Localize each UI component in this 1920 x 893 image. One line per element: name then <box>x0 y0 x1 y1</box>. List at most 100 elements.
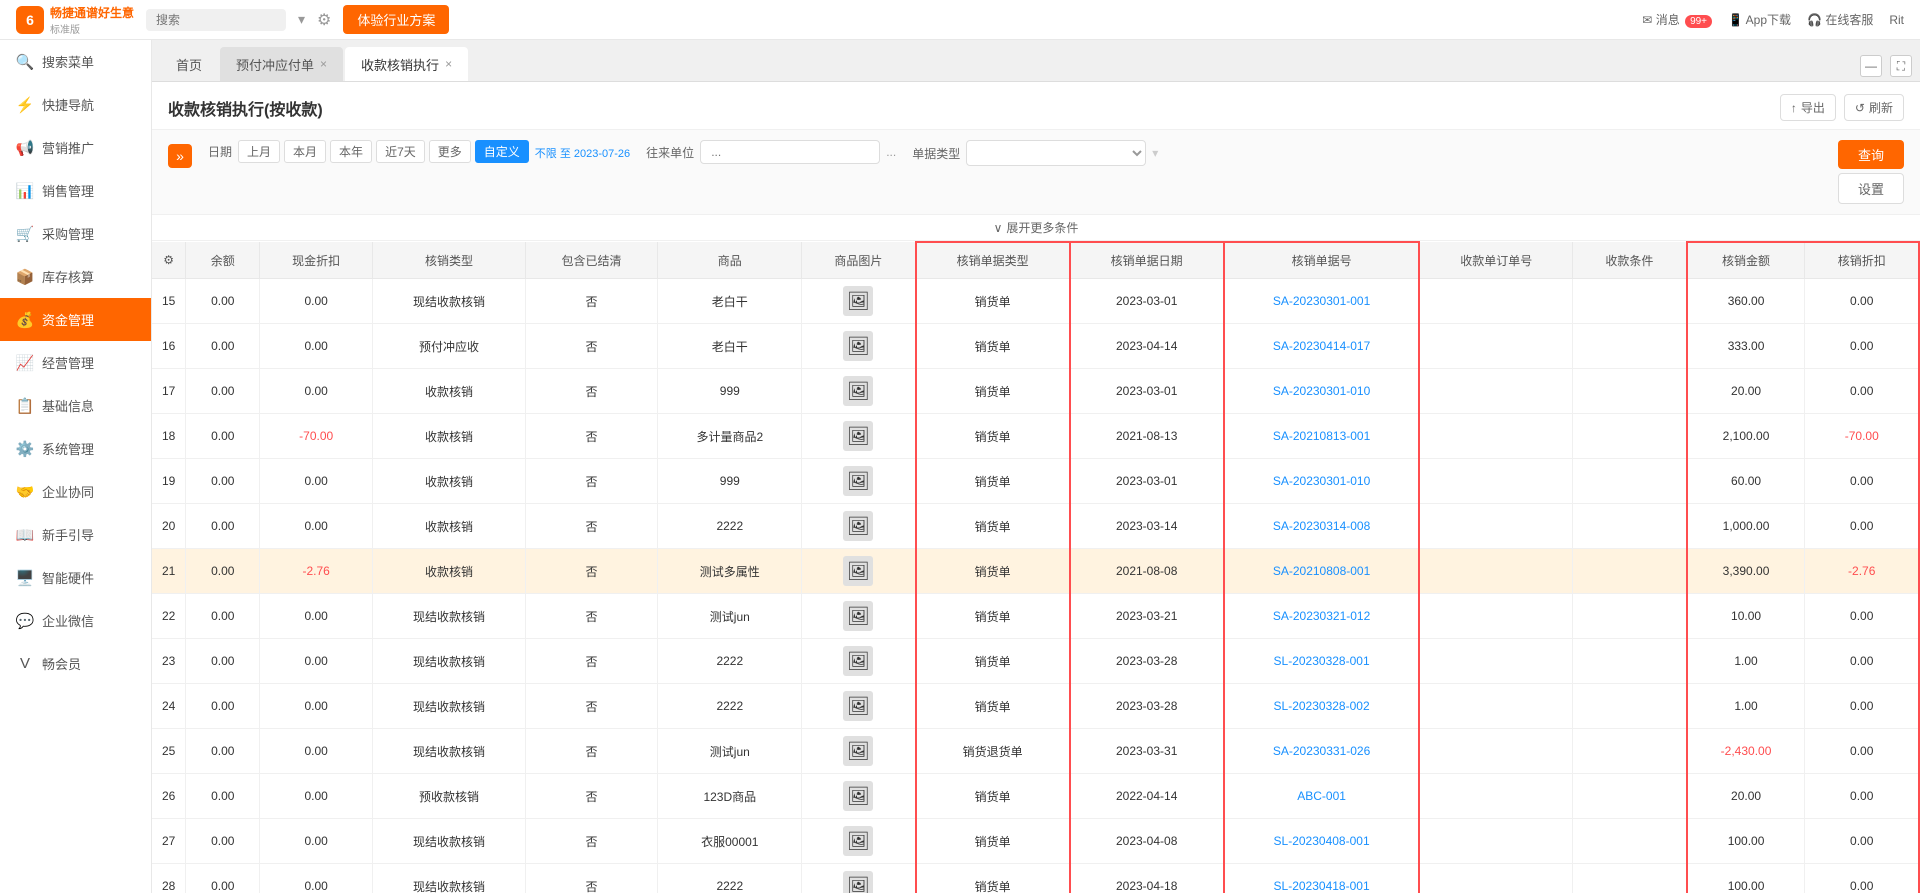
page-content: 收款核销执行(按收款) ↑ 导出 ↺ 刷新 » 日期 <box>152 82 1920 893</box>
sidebar-item-sales[interactable]: 📊 销售管理 <box>0 169 151 212</box>
cell-goods: 2222 <box>658 684 802 729</box>
date-btn-lastmonth[interactable]: 上月 <box>238 140 280 163</box>
export-btn[interactable]: ↑ 导出 <box>1780 94 1836 121</box>
sidebar-item-finance[interactable]: 💰 资金管理 <box>0 298 151 341</box>
cell-doc-no[interactable]: SA-20230414-017 <box>1224 324 1420 369</box>
cell-doc-no[interactable]: SA-20210808-001 <box>1224 549 1420 594</box>
query-btn[interactable]: 查询 <box>1838 140 1904 169</box>
doc-no-link[interactable]: ABC-001 <box>1297 789 1346 803</box>
cell-settled: 否 <box>525 549 658 594</box>
tab-writeoff-close[interactable]: × <box>445 57 452 71</box>
sidebar-item-search[interactable]: 🔍 搜索菜单 <box>0 40 151 83</box>
setting-btn[interactable]: 设置 <box>1838 173 1904 204</box>
messages-link[interactable]: ✉ 消息 99+ <box>1642 11 1712 28</box>
doc-no-link[interactable]: SL-20230328-001 <box>1274 654 1370 668</box>
date-btn-thismonth[interactable]: 本月 <box>284 140 326 163</box>
cell-doc-no[interactable]: SL-20230408-001 <box>1224 819 1420 864</box>
cell-doc-date: 2023-03-28 <box>1070 684 1224 729</box>
table-row: 24 0.00 0.00 现结收款核销 否 2222 🖼 销货单 2023-03… <box>152 684 1919 729</box>
unit-input[interactable] <box>700 140 880 164</box>
sidebar-item-wechat[interactable]: 💬 企业微信 <box>0 599 151 642</box>
cell-type: 现结收款核销 <box>373 819 525 864</box>
sidebar-item-basic[interactable]: 📋 基础信息 <box>0 384 151 427</box>
dropdown-icon[interactable]: ▾ <box>298 11 305 28</box>
unit-more-icon[interactable]: ... <box>886 145 896 159</box>
tab-prepay-close[interactable]: × <box>320 57 327 71</box>
cell-discount: 0.00 <box>260 774 373 819</box>
sidebar-item-inventory[interactable]: 📦 库存核算 <box>0 255 151 298</box>
doc-no-link[interactable]: SA-20230331-026 <box>1273 744 1370 758</box>
doc-no-link[interactable]: SA-20230301-010 <box>1273 474 1370 488</box>
cell-doc-no[interactable]: SL-20230328-001 <box>1224 639 1420 684</box>
date-btn-more[interactable]: 更多 <box>429 140 471 163</box>
search-input[interactable] <box>146 9 286 31</box>
sidebar-item-management[interactable]: 📈 经营管理 <box>0 341 151 384</box>
tab-writeoff[interactable]: 收款核销执行 × <box>345 47 468 81</box>
cell-doc-date: 2023-04-18 <box>1070 864 1224 893</box>
cell-doc-type: 销货单 <box>916 369 1070 414</box>
sidebar-item-guide[interactable]: 📖 新手引导 <box>0 513 151 556</box>
doc-no-link[interactable]: SA-20230301-001 <box>1273 294 1370 308</box>
cell-doc-no[interactable]: SA-20230301-010 <box>1224 369 1420 414</box>
order-type-label: 单据类型 <box>912 145 960 162</box>
filter-expand-btn[interactable]: » <box>168 144 192 168</box>
cell-doc-no[interactable]: SA-20230321-012 <box>1224 594 1420 639</box>
settings-icon[interactable]: ⚙ <box>317 10 331 30</box>
cell-doc-no[interactable]: SA-20230314-008 <box>1224 504 1420 549</box>
date-btn-thisyear[interactable]: 本年 <box>330 140 372 163</box>
sidebar-item-system[interactable]: ⚙️ 系统管理 <box>0 427 151 470</box>
doc-no-link[interactable]: SL-20230418-001 <box>1274 879 1370 893</box>
sidebar-item-quick[interactable]: ⚡ 快捷导航 <box>0 83 151 126</box>
cell-goods: 测试jun <box>658 594 802 639</box>
cell-doc-no[interactable]: SA-20210813-001 <box>1224 414 1420 459</box>
tab-bar: 首页 预付冲应付单 × 收款核销执行 × — ⛶ <box>152 40 1920 82</box>
cell-doc-type: 销货单 <box>916 459 1070 504</box>
cell-doc-no[interactable]: SA-20230301-001 <box>1224 279 1420 324</box>
doc-no-link[interactable]: SA-20230314-008 <box>1273 519 1370 533</box>
doc-no-link[interactable]: SL-20230328-002 <box>1274 699 1370 713</box>
date-btn-7days[interactable]: 近7天 <box>376 140 425 163</box>
table-row: 26 0.00 0.00 预收款核销 否 123D商品 🖼 销货单 2022-0… <box>152 774 1919 819</box>
cell-doc-no[interactable]: SL-20230328-002 <box>1224 684 1420 729</box>
sidebar-item-hardware[interactable]: 🖥️ 智能硬件 <box>0 556 151 599</box>
doc-no-link[interactable]: SA-20230414-017 <box>1273 339 1370 353</box>
doc-no-link[interactable]: SA-20230321-012 <box>1273 609 1370 623</box>
sidebar-item-purchase[interactable]: 🛒 采购管理 <box>0 212 151 255</box>
order-type-select[interactable] <box>966 140 1146 166</box>
cell-doc-no[interactable]: ABC-001 <box>1224 774 1420 819</box>
tab-minimize-btn[interactable]: — <box>1860 55 1882 77</box>
cell-doc-no[interactable]: SA-20230301-010 <box>1224 459 1420 504</box>
sidebar-item-marketing[interactable]: 📢 营销推广 <box>0 126 151 169</box>
online-service-link[interactable]: 🎧 在线客服 <box>1807 11 1873 28</box>
app-download-link[interactable]: 📱 App下载 <box>1728 11 1791 28</box>
sidebar-item-collab[interactable]: 🤝 企业协同 <box>0 470 151 513</box>
tab-prepay[interactable]: 预付冲应付单 × <box>220 47 343 81</box>
tab-home[interactable]: 首页 <box>160 47 218 81</box>
tab-maximize-btn[interactable]: ⛶ <box>1890 55 1912 77</box>
headset-icon: 🎧 <box>1807 13 1822 27</box>
doc-no-link[interactable]: SA-20210808-001 <box>1273 564 1370 578</box>
cell-discount2: 0.00 <box>1805 684 1919 729</box>
order-type-filter-group: 单据类型 ▾ <box>912 140 1158 166</box>
date-btn-custom[interactable]: 自定义 <box>475 140 529 163</box>
refresh-btn[interactable]: ↺ 刷新 <box>1844 94 1904 121</box>
cell-goods-img: 🖼 <box>802 459 916 504</box>
sidebar-label-system: 系统管理 <box>42 439 94 458</box>
cell-condition <box>1573 684 1687 729</box>
col-settings[interactable]: ⚙ <box>152 242 186 279</box>
messages-icon: ✉ <box>1642 13 1652 27</box>
top-bar-right: ✉ 消息 99+ 📱 App下载 🎧 在线客服 Rit <box>1642 11 1904 28</box>
cell-goods-img: 🖼 <box>802 504 916 549</box>
sidebar-label-finance: 资金管理 <box>42 310 94 329</box>
doc-no-link[interactable]: SA-20230301-010 <box>1273 384 1370 398</box>
cell-doc-date: 2022-04-14 <box>1070 774 1224 819</box>
cell-goods-img: 🖼 <box>802 324 916 369</box>
cell-doc-no[interactable]: SA-20230331-026 <box>1224 729 1420 774</box>
industry-btn[interactable]: 体验行业方案 <box>343 5 449 34</box>
sidebar-item-member[interactable]: V 畅会员 <box>0 642 151 685</box>
doc-no-link[interactable]: SA-20210813-001 <box>1273 429 1370 443</box>
cell-doc-no[interactable]: SL-20230418-001 <box>1224 864 1420 893</box>
doc-no-link[interactable]: SL-20230408-001 <box>1274 834 1370 848</box>
expand-more-bar[interactable]: ∨ 展开更多条件 <box>152 215 1920 241</box>
guide-icon: 📖 <box>16 526 34 544</box>
